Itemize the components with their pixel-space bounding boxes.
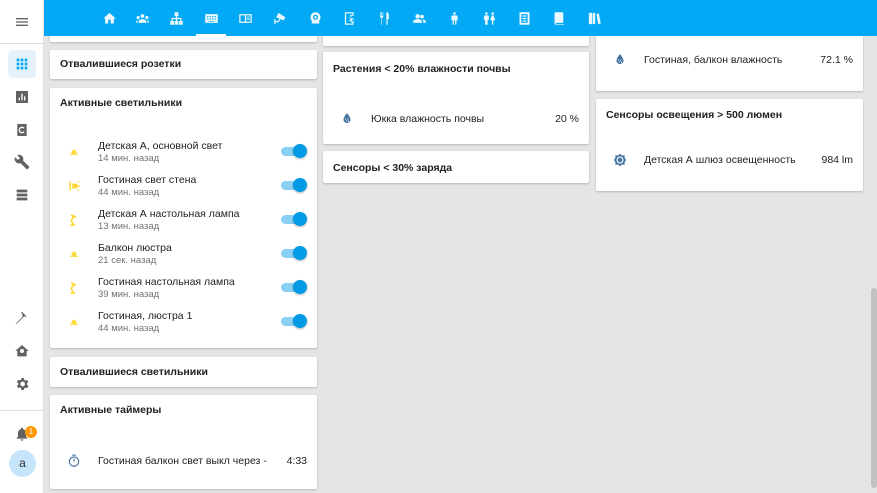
water-percent-icon <box>339 111 355 127</box>
water-percent-icon <box>612 52 628 68</box>
entity-name: Детская А настольная лампа <box>98 208 240 220</box>
list-item[interactable]: Гостиная настольная лампа 39 мин. назад <box>50 274 317 304</box>
people-icon[interactable] <box>404 5 434 31</box>
sidebar-divider <box>0 410 44 411</box>
entity-last-changed: 14 мин. назад <box>98 153 160 164</box>
scrollbar[interactable] <box>871 288 877 488</box>
list-item[interactable]: Гостиная свет стена 44 мин. назад <box>50 172 317 202</box>
card-top-partial <box>323 36 589 46</box>
card-active-timers: Активные таймеры Гостиная балкон свет вы… <box>50 395 317 489</box>
settings-icon[interactable] <box>8 370 36 398</box>
chandelier-icon <box>66 246 82 262</box>
entity-name: Гостиная настольная лампа <box>98 276 235 288</box>
card-humidity: Гостиная, балкон влажность 72.1 % <box>596 36 863 91</box>
light-toggle[interactable] <box>281 314 307 328</box>
book-icon[interactable] <box>230 5 260 31</box>
entity-name: Детская А шлюз освещенность <box>644 154 796 166</box>
desk-lamp-icon <box>66 280 82 296</box>
card-lost-lights: Отвалившиеся светильники <box>50 357 317 387</box>
card-title: Сенсоры освещения > 500 люмен <box>606 109 783 121</box>
light-toggle[interactable] <box>281 212 307 226</box>
light-toggle[interactable] <box>281 144 307 158</box>
list-item[interactable]: Детская А, основной свет 14 мин. назад <box>50 138 317 168</box>
timer-icon <box>66 453 82 469</box>
entity-value: 20 % <box>555 113 579 125</box>
light-toggle[interactable] <box>281 178 307 192</box>
entity-last-changed: 44 мин. назад <box>98 187 160 198</box>
light-toggle[interactable] <box>281 246 307 260</box>
list-item[interactable]: Гостиная, балкон влажность 72.1 % <box>596 46 863 76</box>
sitemap-icon[interactable] <box>161 5 191 31</box>
config-icon[interactable] <box>8 148 36 176</box>
entity-value: 984 lm <box>821 154 853 166</box>
list-item[interactable]: Детская А шлюз освещенность 984 lm <box>596 146 863 176</box>
home-config-icon[interactable] <box>8 337 36 365</box>
entity-name: Гостиная, люстра 1 <box>98 310 193 322</box>
list-item[interactable]: Юкка влажность почвы 20 % <box>323 105 589 135</box>
robot-vacuum-icon[interactable] <box>300 5 330 31</box>
light-toggle[interactable] <box>281 280 307 294</box>
dashboard-view[interactable]: Отвалившиеся розетки Активные светильник… <box>44 36 877 493</box>
entity-name: Гостиная, балкон влажность <box>644 54 783 66</box>
brightness-icon <box>612 152 628 168</box>
keyboard-icon[interactable] <box>196 5 226 36</box>
entity-name: Юкка влажность почвы <box>371 113 485 125</box>
entity-value: 4:33 <box>286 455 307 467</box>
chandelier-icon <box>66 144 82 160</box>
sidebar-divider <box>0 43 44 44</box>
entity-name: Детская А, основной свет <box>98 140 223 152</box>
entity-last-changed: 21 сек. назад <box>98 255 157 266</box>
entity-last-changed: 39 мин. назад <box>98 289 160 300</box>
entity-name: Балкон люстра <box>98 242 172 254</box>
menu-icon[interactable] <box>8 8 36 36</box>
wall-light-icon <box>66 178 82 194</box>
entity-value: 72.1 % <box>820 54 853 66</box>
human-male-icon[interactable] <box>439 5 469 31</box>
logbook-icon[interactable] <box>8 116 36 144</box>
card-illuminance: Сенсоры освещения > 500 люмен Детская А … <box>596 99 863 191</box>
notebook-icon[interactable] <box>509 5 539 31</box>
developer-tools-icon[interactable] <box>8 305 36 333</box>
card-top-partial <box>50 36 317 42</box>
entity-name: Гостиная свет стена <box>98 174 197 186</box>
card-active-lights: Активные светильники Детская А, основной… <box>50 88 317 348</box>
home-icon[interactable] <box>94 5 124 31</box>
card-title: Отвалившиеся розетки <box>60 58 182 70</box>
exit-run-icon[interactable] <box>335 5 365 31</box>
human-male-female-icon[interactable] <box>474 5 504 31</box>
group-icon[interactable] <box>127 5 157 31</box>
card-low-battery: Сенсоры < 30% заряда <box>323 151 589 183</box>
desk-lamp-icon <box>66 212 82 228</box>
list-item[interactable]: Гостиная, люстра 1 44 мин. назад <box>50 308 317 338</box>
card-title: Сенсоры < 30% заряда <box>333 162 453 174</box>
list-item[interactable]: Гостиная балкон свет выкл через - 4:33 <box>50 447 317 477</box>
notification-badge: 1 <box>25 426 37 438</box>
chandelier-icon <box>66 314 82 330</box>
card-title: Растения < 20% влажности почвы <box>333 63 511 75</box>
library-icon[interactable] <box>579 5 609 31</box>
card-title: Активные светильники <box>60 97 183 109</box>
card-lost-sockets: Отвалившиеся розетки <box>50 50 317 79</box>
entity-last-changed: 44 мин. назад <box>98 323 160 334</box>
list-item[interactable]: Детская А настольная лампа 13 мин. назад <box>50 206 317 236</box>
database-icon[interactable] <box>8 181 36 209</box>
card-title: Отвалившиеся светильники <box>60 366 208 378</box>
history-icon[interactable] <box>8 83 36 111</box>
card-plants-moisture: Растения < 20% влажности почвы Юкка влаж… <box>323 52 589 144</box>
entity-last-changed: 13 мин. назад <box>98 221 160 232</box>
list-item[interactable]: Балкон люстра 21 сек. назад <box>50 240 317 270</box>
cctv-icon[interactable] <box>265 5 295 31</box>
sidebar: 1 a <box>0 0 44 493</box>
card-title: Активные таймеры <box>60 404 162 416</box>
entity-name: Гостиная балкон свет выкл через - <box>98 455 267 467</box>
overview-icon[interactable] <box>8 50 36 78</box>
top-bar <box>44 0 877 36</box>
avatar[interactable]: a <box>9 450 36 477</box>
bookshelf-icon[interactable] <box>544 5 574 31</box>
fork-knife-icon[interactable] <box>369 5 399 31</box>
